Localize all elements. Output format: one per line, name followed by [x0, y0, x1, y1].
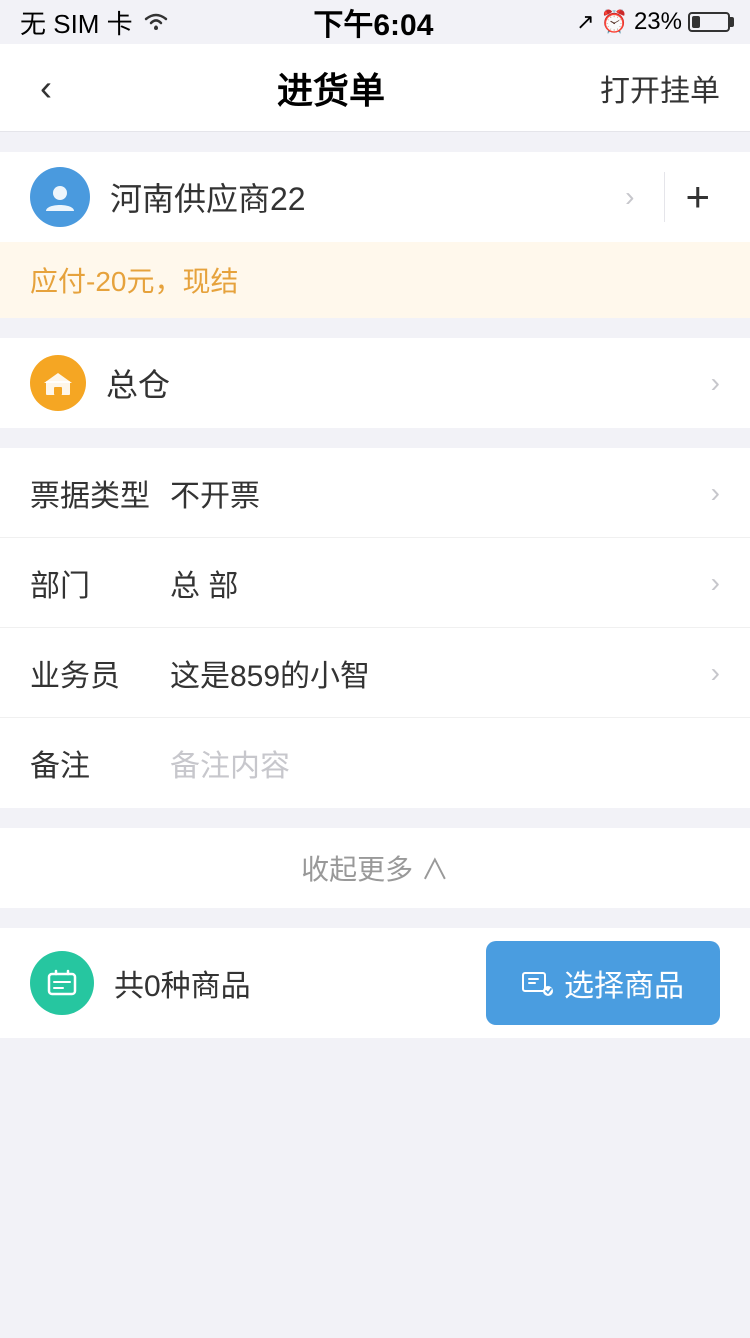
section-gap-1: [0, 132, 750, 152]
notice-text: 应付-20元，现结: [30, 266, 238, 297]
collapse-label: 收起更多 ∧: [301, 848, 449, 888]
status-right: ↗ ⏰ 23%: [576, 8, 730, 36]
page-title: 进货单: [277, 62, 385, 114]
department-row[interactable]: 部门 总 部 ›: [0, 538, 750, 628]
warehouse-section[interactable]: 总仓 ›: [0, 338, 750, 428]
sim-label: 无 SIM 卡: [20, 4, 133, 41]
select-product-label: 选择商品: [564, 961, 684, 1005]
collapse-button[interactable]: 收起更多 ∧: [0, 828, 750, 908]
warehouse-chevron-icon: ›: [711, 367, 720, 399]
supplier-chevron-icon: ›: [625, 181, 634, 213]
warehouse-icon: [30, 355, 86, 411]
nav-bar: ‹ 进货单 打开挂单: [0, 44, 750, 132]
alarm-icon: ⏰: [601, 9, 628, 35]
supplier-divider: [664, 172, 665, 222]
product-bar: 共0种商品 选择商品: [0, 928, 750, 1038]
salesperson-chevron: ›: [711, 657, 720, 689]
form-section: 票据类型 不开票 › 部门 总 部 › 业务员 这是859的小智 › 备注 备注…: [0, 448, 750, 808]
location-icon: ↗: [576, 9, 594, 35]
salesperson-row[interactable]: 业务员 这是859的小智 ›: [0, 628, 750, 718]
supplier-avatar: [30, 167, 90, 227]
open-pending-button[interactable]: 打开挂单: [600, 66, 720, 110]
remark-row[interactable]: 备注 备注内容: [0, 718, 750, 808]
battery-icon: [688, 12, 730, 32]
product-icon: [30, 951, 94, 1015]
status-left: 无 SIM 卡: [20, 4, 171, 41]
warehouse-name: 总仓: [106, 360, 711, 406]
invoice-type-label: 票据类型: [30, 471, 150, 515]
select-product-button[interactable]: 选择商品: [486, 941, 720, 1025]
department-chevron: ›: [711, 567, 720, 599]
page-background: [0, 1038, 750, 1338]
remark-label: 备注: [30, 741, 150, 785]
status-bar: 无 SIM 卡 下午6:04 ↗ ⏰ 23%: [0, 0, 750, 44]
notice-bar: 应付-20元，现结: [0, 242, 750, 318]
supplier-section: 河南供应商22 › + 应付-20元，现结: [0, 152, 750, 318]
invoice-type-chevron: ›: [711, 477, 720, 509]
add-supplier-button[interactable]: +: [675, 173, 720, 221]
department-value: 总 部: [150, 561, 711, 605]
supplier-name: 河南供应商22: [110, 174, 625, 220]
invoice-type-row[interactable]: 票据类型 不开票 ›: [0, 448, 750, 538]
remark-input[interactable]: 备注内容: [150, 741, 720, 785]
invoice-type-value: 不开票: [150, 471, 711, 515]
wifi-icon: [141, 7, 171, 38]
battery-percent: 23%: [634, 8, 682, 36]
department-label: 部门: [30, 561, 150, 605]
salesperson-label: 业务员: [30, 651, 150, 695]
product-count: 共0种商品: [114, 961, 486, 1005]
salesperson-value: 这是859的小智: [150, 651, 711, 695]
back-button[interactable]: ‹: [30, 57, 62, 119]
supplier-row[interactable]: 河南供应商22 › +: [0, 152, 750, 242]
status-time: 下午6:04: [313, 0, 433, 44]
